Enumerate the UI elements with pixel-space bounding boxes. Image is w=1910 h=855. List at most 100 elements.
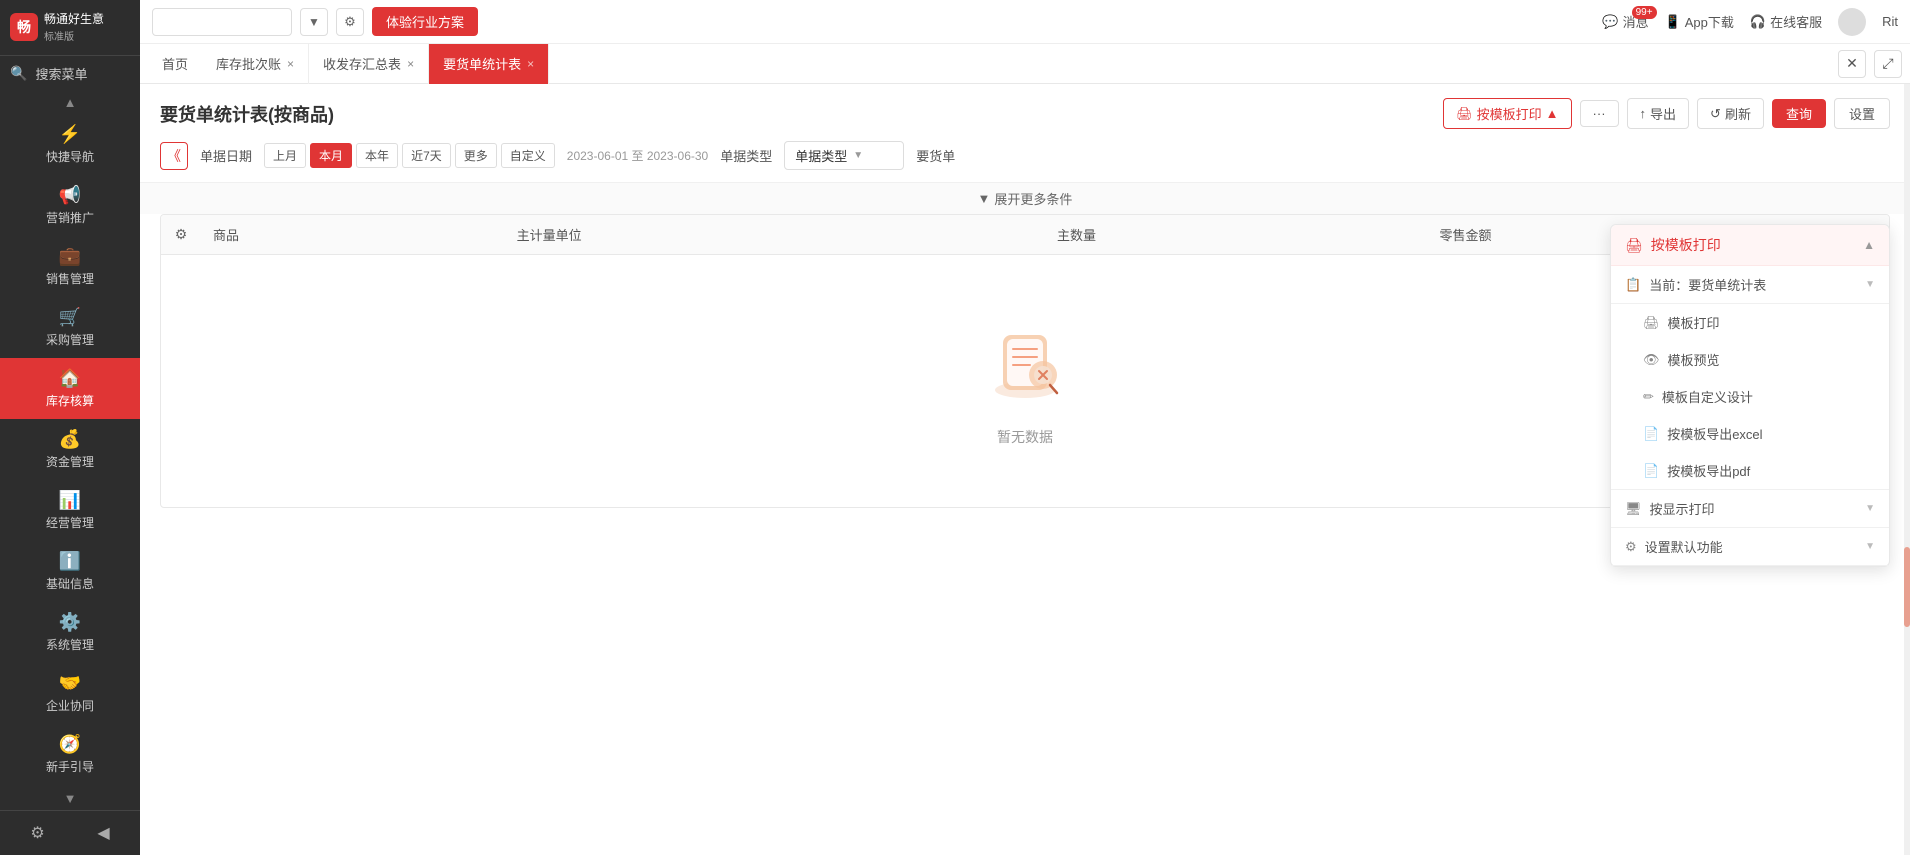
tab-order-summary-label: 要货单统计表 — [443, 54, 521, 73]
panel-print-icon: 🖨 — [1625, 237, 1643, 254]
sidebar-item-finance[interactable]: 💰 资金管理 — [0, 419, 140, 480]
tabs-expand-btn[interactable]: ⤢ — [1874, 50, 1902, 78]
display-print-left: 🖥 按显示打印 — [1625, 499, 1715, 518]
tab-home[interactable]: 首页 — [148, 44, 202, 84]
tab-batch-account-close[interactable]: × — [287, 57, 294, 71]
panel-header: 🖨 按模板打印 ▲ — [1611, 225, 1889, 266]
toggle-sidebar-btn[interactable]: ◀ — [93, 819, 113, 847]
page-header-actions: 🖨 按模板打印 ▲ ··· ↑ 导出 ↺ 刷新 查询 设置 — [1443, 98, 1890, 129]
sidebar-item-label: 销售管理 — [46, 270, 94, 287]
sidebar-item-sales[interactable]: 💼 销售管理 — [0, 236, 140, 297]
col-quantity: 主数量 — [1045, 215, 1428, 255]
panel-current-item[interactable]: 📋 当前：要货单统计表 ▼ — [1611, 266, 1889, 303]
print-btn[interactable]: 🖨 按模板打印 ▲ — [1443, 98, 1571, 129]
sidebar-item-guide[interactable]: 🧭 新手引导 — [0, 724, 140, 785]
tab-order-summary-close[interactable]: × — [527, 57, 534, 71]
panel-template-print-item[interactable]: 🖨 模板打印 — [1611, 304, 1889, 341]
topbar-gear-btn[interactable]: ⚙ — [336, 8, 364, 36]
topbar-dropdown-btn[interactable]: ▼ — [300, 8, 328, 36]
date-btn-this-year[interactable]: 本年 — [356, 143, 398, 168]
message-icon: 💬 — [1602, 14, 1618, 30]
export-pdf-label: 按模板导出pdf — [1667, 461, 1750, 480]
user-avatar-btn[interactable] — [1838, 8, 1866, 36]
scrollbar-thumb[interactable] — [1904, 547, 1910, 627]
date-filter: 上月 本月 本年 近7天 更多 自定义 — [264, 143, 555, 168]
tabs-bar-right: ✕ ⤢ — [1838, 50, 1902, 78]
panel-export-pdf-item[interactable]: 📄 按模板导出pdf — [1611, 452, 1889, 489]
filter-expand-btn[interactable]: 《 — [160, 142, 188, 170]
tab-collect-summary[interactable]: 收发存汇总表 × — [309, 44, 429, 84]
sidebar-item-operations[interactable]: 📊 经营管理 — [0, 480, 140, 541]
finance-icon: 💰 — [59, 429, 81, 450]
date-btn-last-month[interactable]: 上月 — [264, 143, 306, 168]
marketing-icon: 📢 — [59, 185, 81, 206]
type-dropdown-label: 单据类型 — [795, 146, 847, 165]
panel-default-section: ⚙ 设置默认功能 ▼ — [1611, 528, 1889, 566]
panel-collapse-btn[interactable]: ▲ — [1863, 238, 1875, 252]
search-menu[interactable]: 🔍 搜索菜单 — [0, 56, 140, 91]
sidebar-item-label: 基础信息 — [46, 575, 94, 592]
date-btn-custom[interactable]: 自定义 — [501, 143, 555, 168]
print-dropdown-icon: ▲ — [1546, 106, 1559, 121]
empty-illustration — [975, 315, 1075, 415]
refresh-btn[interactable]: ↺ 刷新 — [1697, 98, 1764, 129]
current-template-icon: 📋 — [1625, 277, 1641, 293]
sidebar-item-inventory[interactable]: 🏠 库存核算 — [0, 358, 140, 419]
template-print-label: 模板打印 — [1668, 313, 1720, 332]
export-excel-icon: 📄 — [1643, 426, 1659, 442]
online-support-btn[interactable]: 🎧 在线客服 — [1750, 12, 1822, 31]
username-display: Rit — [1882, 14, 1898, 29]
panel-current-left: 📋 当前：要货单统计表 — [1625, 275, 1766, 294]
app-download-btn[interactable]: 📱 App下载 — [1665, 12, 1734, 31]
more-btn[interactable]: ··· — [1580, 100, 1619, 127]
sidebar-item-quick-nav[interactable]: ⚡ 快捷导航 — [0, 114, 140, 175]
panel-template-custom-item[interactable]: ✏ 模板自定义设计 — [1611, 378, 1889, 415]
sidebar-item-label: 快捷导航 — [46, 148, 94, 165]
messages-btn[interactable]: 💬 消息 99+ — [1602, 12, 1648, 31]
settings-footer-btn[interactable]: ⚙ — [26, 819, 48, 847]
sidebar-item-basic-info[interactable]: ℹ️ 基础信息 — [0, 541, 140, 602]
tab-batch-account[interactable]: 库存批次账 × — [202, 44, 309, 84]
print-icon: 🖨 — [1456, 106, 1473, 122]
sidebar-item-purchase[interactable]: 🛒 采购管理 — [0, 297, 140, 358]
panel-template-preview-left: 👁 模板预览 — [1643, 350, 1720, 369]
search-menu-label: 搜索菜单 — [35, 64, 87, 83]
settings-page-btn[interactable]: 设置 — [1834, 98, 1890, 129]
messages-badge: 99+ — [1632, 6, 1657, 19]
date-btn-more[interactable]: 更多 — [455, 143, 497, 168]
sidebar-item-marketing[interactable]: 📢 营销推广 — [0, 175, 140, 236]
trial-btn[interactable]: 体验行业方案 — [372, 7, 478, 36]
date-btn-7days[interactable]: 近7天 — [402, 143, 451, 168]
date-btn-this-month[interactable]: 本月 — [310, 143, 352, 168]
tab-collect-summary-close[interactable]: × — [407, 57, 414, 71]
panel-display-print-item[interactable]: 🖥 按显示打印 ▼ — [1611, 490, 1889, 527]
sidebar-item-label: 营销推广 — [46, 209, 94, 226]
sidebar-item-system[interactable]: ⚙️ 系统管理 — [0, 602, 140, 663]
panel-template-preview-item[interactable]: 👁 模板预览 — [1611, 341, 1889, 378]
panel-set-default-item[interactable]: ⚙ 设置默认功能 ▼ — [1611, 528, 1889, 565]
panel-export-excel-item[interactable]: 📄 按模板导出excel — [1611, 415, 1889, 452]
type-filter-dropdown[interactable]: 单据类型 ▼ — [784, 141, 904, 170]
sidebar-item-enterprise[interactable]: 🤝 企业协同 — [0, 663, 140, 724]
set-default-left: ⚙ 设置默认功能 — [1625, 537, 1723, 556]
sidebar-scroll-down[interactable]: ▼ — [0, 787, 140, 810]
search-input[interactable] — [152, 8, 292, 36]
sidebar-item-label: 企业协同 — [46, 697, 94, 714]
page-scrollbar[interactable] — [1904, 84, 1910, 855]
sidebar-item-label: 新手引导 — [46, 758, 94, 775]
display-print-icon: 🖥 — [1625, 501, 1642, 517]
expand-more-btn[interactable]: ▼ 展开更多条件 — [140, 182, 1910, 214]
table-settings-icon[interactable]: ⚙ — [175, 226, 188, 242]
sidebar-scroll-up[interactable]: ▲ — [0, 91, 140, 114]
quick-nav-icon: ⚡ — [59, 124, 81, 145]
filter-area: 《 单据日期 上月 本月 本年 近7天 更多 自定义 2023-06-01 至 … — [140, 129, 1910, 182]
export-btn[interactable]: ↑ 导出 — [1627, 98, 1690, 129]
set-default-arrow: ▼ — [1865, 541, 1875, 552]
app-name: 畅通好生意 — [44, 12, 104, 28]
panel-header-left: 🖨 按模板打印 — [1625, 235, 1721, 255]
tab-order-summary[interactable]: 要货单统计表 × — [429, 44, 549, 84]
page-header: 要货单统计表(按商品) 🖨 按模板打印 ▲ ··· ↑ 导出 ↺ 刷新 — [140, 84, 1910, 129]
tabs-close-btn[interactable]: ✕ — [1838, 50, 1866, 78]
current-arrow-icon: ▼ — [1865, 279, 1875, 290]
query-btn[interactable]: 查询 — [1772, 99, 1826, 128]
